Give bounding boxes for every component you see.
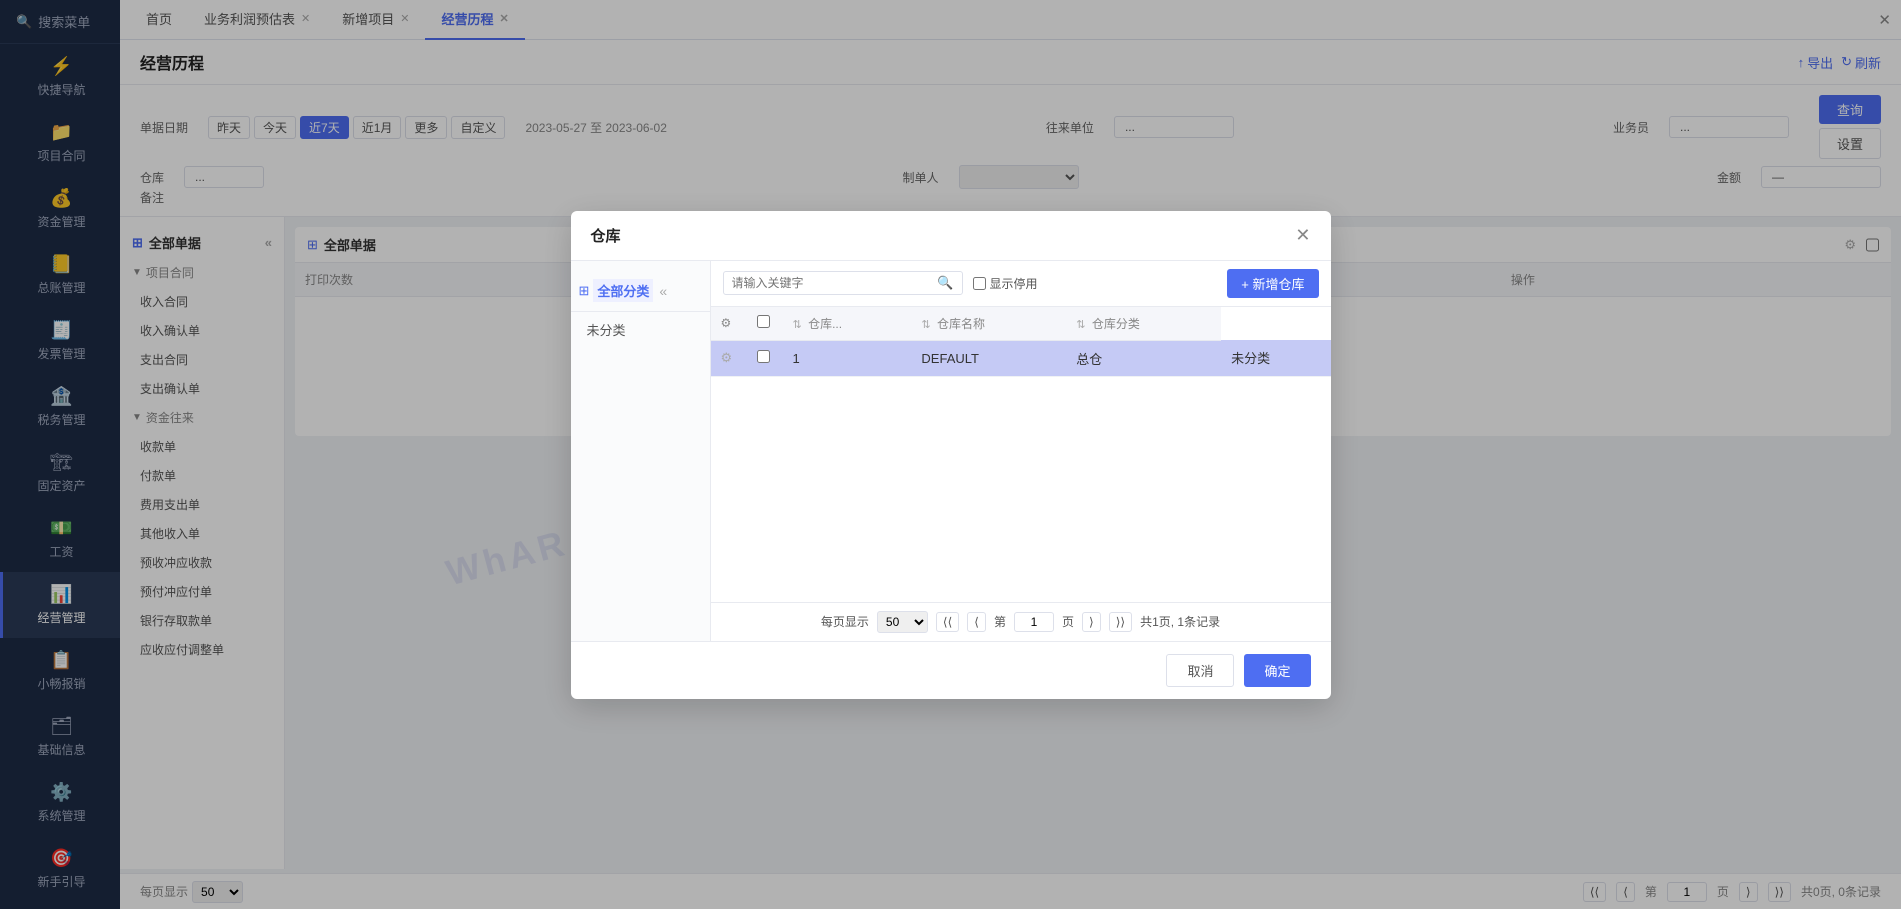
total-label: 共1页, 1条记录 xyxy=(1140,613,1220,630)
next-page-button[interactable]: ⟩ xyxy=(1082,612,1101,632)
page-go-label: 第 xyxy=(994,613,1006,630)
col-label2: 仓库名称 xyxy=(937,317,985,331)
warehouse-modal: 仓库 ✕ ⊞ 全部分类 « 未分类 🔍 显示停用 + xyxy=(571,211,1331,699)
col-label3: 仓库分类 xyxy=(1092,317,1140,331)
modal-title: 仓库 xyxy=(591,225,621,246)
modal-footer: 取消 确定 xyxy=(571,641,1331,699)
modal-search-input[interactable] xyxy=(732,276,934,290)
row-name: 总仓 xyxy=(1066,340,1221,376)
show-disabled-checkbox[interactable] xyxy=(973,277,986,290)
th-warehouse-category[interactable]: ⇅ 仓库分类 xyxy=(1066,307,1221,341)
show-disabled-label: 显示停用 xyxy=(990,275,1038,292)
modal-body: ⊞ 全部分类 « 未分类 🔍 显示停用 + 新增仓库 xyxy=(571,261,1331,641)
th-warehouse-code[interactable]: ⇅ 仓库... xyxy=(783,307,912,341)
th-checkbox xyxy=(747,307,783,341)
row-gear-icon: ⚙ xyxy=(721,350,733,365)
modal-search-box[interactable]: 🔍 xyxy=(723,271,963,295)
row-code: DEFAULT xyxy=(911,340,1066,376)
sort-icon: ⇅ xyxy=(793,319,802,331)
page-label: 页 xyxy=(1062,613,1074,630)
sort-icon2: ⇅ xyxy=(921,319,930,331)
show-disabled-checkbox-label[interactable]: 显示停用 xyxy=(973,275,1038,292)
per-page-select[interactable]: 50 10 20 100 xyxy=(877,611,928,633)
page-number-input[interactable] xyxy=(1014,612,1054,632)
select-all-modal-checkbox[interactable] xyxy=(757,315,770,328)
th-warehouse-name[interactable]: ⇅ 仓库名称 xyxy=(911,307,1066,341)
confirm-button[interactable]: 确定 xyxy=(1244,654,1310,687)
cancel-button[interactable]: 取消 xyxy=(1166,654,1234,687)
modal-search-icon[interactable]: 🔍 xyxy=(937,275,953,291)
sort-icon3: ⇅ xyxy=(1076,319,1085,331)
modal-toolbar: 🔍 显示停用 + 新增仓库 xyxy=(711,261,1331,307)
per-page-label: 每页显示 xyxy=(821,613,869,630)
modal-category-panel: ⊞ 全部分类 « 未分类 xyxy=(571,261,711,641)
gear-icon: ⚙ xyxy=(721,316,732,330)
row-seq: 1 xyxy=(783,340,912,376)
table-row[interactable]: ⚙ 1 DEFAULT 总仓 未分类 xyxy=(711,340,1331,376)
modal-header: 仓库 ✕ xyxy=(571,211,1331,261)
row-select-checkbox[interactable] xyxy=(757,350,770,363)
row-gear: ⚙ xyxy=(711,340,747,376)
category-unclassified[interactable]: 未分类 xyxy=(571,312,710,347)
row-checkbox xyxy=(747,340,783,376)
category-grid-icon: ⊞ xyxy=(579,283,590,299)
modal-table: ⚙ ⇅ 仓库... ⇅ 仓库名称 ⇅ xyxy=(711,307,1331,602)
prev-page-button[interactable]: ⟨ xyxy=(967,612,986,632)
modal-right-panel: 🔍 显示停用 + 新增仓库 ⚙ ⇅ 仓库 xyxy=(711,261,1331,641)
row-category: 未分类 xyxy=(1221,340,1330,376)
modal-close-button[interactable]: ✕ xyxy=(1295,225,1310,246)
modal-collapse-icon[interactable]: « xyxy=(653,275,673,307)
first-page-button[interactable]: ⟨⟨ xyxy=(936,612,959,632)
th-gear: ⚙ xyxy=(711,307,747,341)
add-warehouse-button[interactable]: + 新增仓库 xyxy=(1227,269,1318,298)
col-label: 仓库... xyxy=(808,317,842,331)
modal-pagination: 每页显示 50 10 20 100 ⟨⟨ ⟨ 第 页 ⟩ ⟩⟩ 共1页, 1条记… xyxy=(711,602,1331,641)
last-page-button[interactable]: ⟩⟩ xyxy=(1109,612,1132,632)
category-all[interactable]: 全部分类 xyxy=(593,279,653,302)
